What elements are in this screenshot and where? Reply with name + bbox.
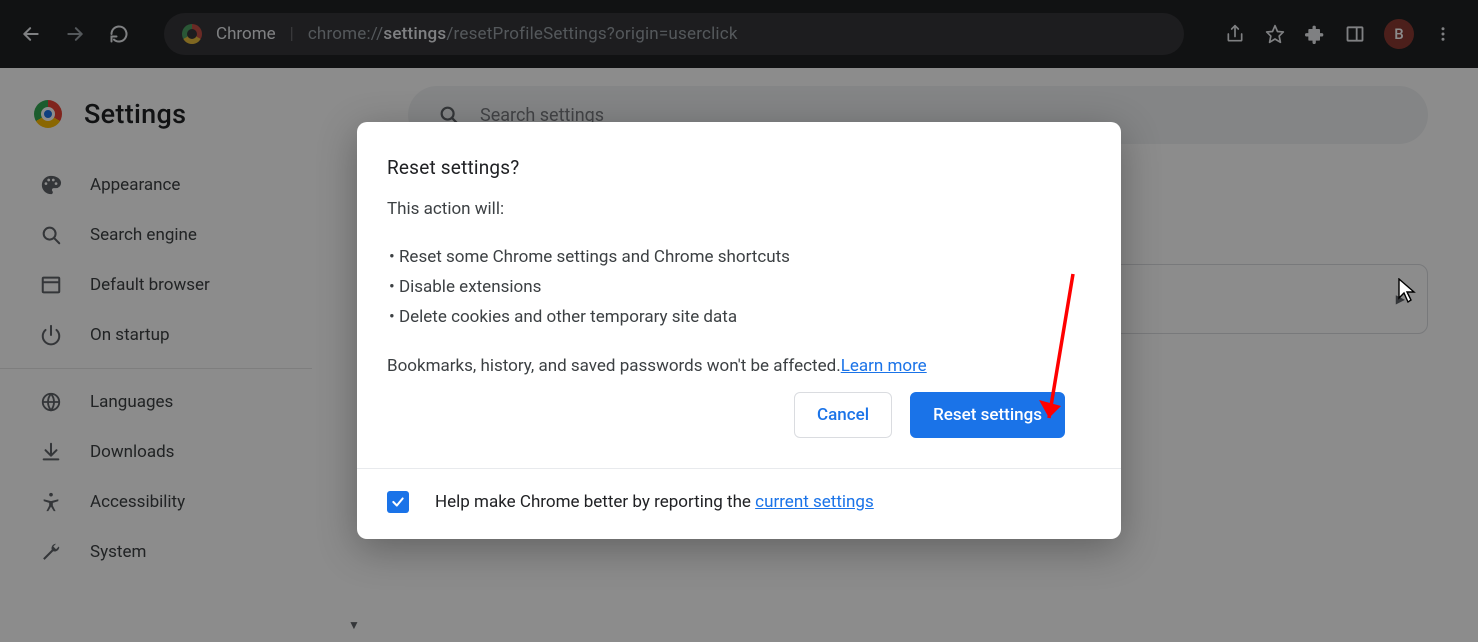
dialog-bullet: • Disable extensions bbox=[389, 273, 1091, 303]
dialog-body: Reset settings? This action will: • Rese… bbox=[357, 122, 1121, 468]
cancel-button[interactable]: Cancel bbox=[794, 392, 892, 438]
footer-text-static: Help make Chrome better by reporting the bbox=[435, 492, 755, 512]
dialog-note-text: Bookmarks, history, and saved passwords … bbox=[387, 356, 841, 376]
dialog-bullet-list: • Reset some Chrome settings and Chrome … bbox=[389, 243, 1091, 332]
dialog-bullet: • Reset some Chrome settings and Chrome … bbox=[389, 243, 1091, 273]
dialog-footer: Help make Chrome better by reporting the… bbox=[357, 468, 1121, 539]
current-settings-link[interactable]: current settings bbox=[755, 492, 874, 512]
reset-settings-button[interactable]: Reset settings bbox=[910, 392, 1065, 438]
bullet-text: Reset some Chrome settings and Chrome sh… bbox=[399, 247, 790, 267]
dialog-note: Bookmarks, history, and saved passwords … bbox=[387, 356, 1091, 376]
reset-settings-dialog: Reset settings? This action will: • Rese… bbox=[357, 122, 1121, 539]
footer-text: Help make Chrome better by reporting the… bbox=[435, 492, 874, 512]
report-checkbox[interactable] bbox=[387, 491, 409, 513]
check-icon bbox=[391, 495, 405, 509]
dialog-bullet: • Delete cookies and other temporary sit… bbox=[389, 303, 1091, 333]
dialog-intro: This action will: bbox=[387, 199, 1091, 219]
modal-scrim: Reset settings? This action will: • Rese… bbox=[0, 0, 1478, 642]
bullet-text: Delete cookies and other temporary site … bbox=[399, 307, 737, 327]
dialog-title: Reset settings? bbox=[387, 156, 1091, 179]
bullet-text: Disable extensions bbox=[399, 277, 541, 297]
learn-more-link[interactable]: Learn more bbox=[841, 356, 927, 376]
dialog-actions: Cancel Reset settings bbox=[387, 376, 1091, 442]
